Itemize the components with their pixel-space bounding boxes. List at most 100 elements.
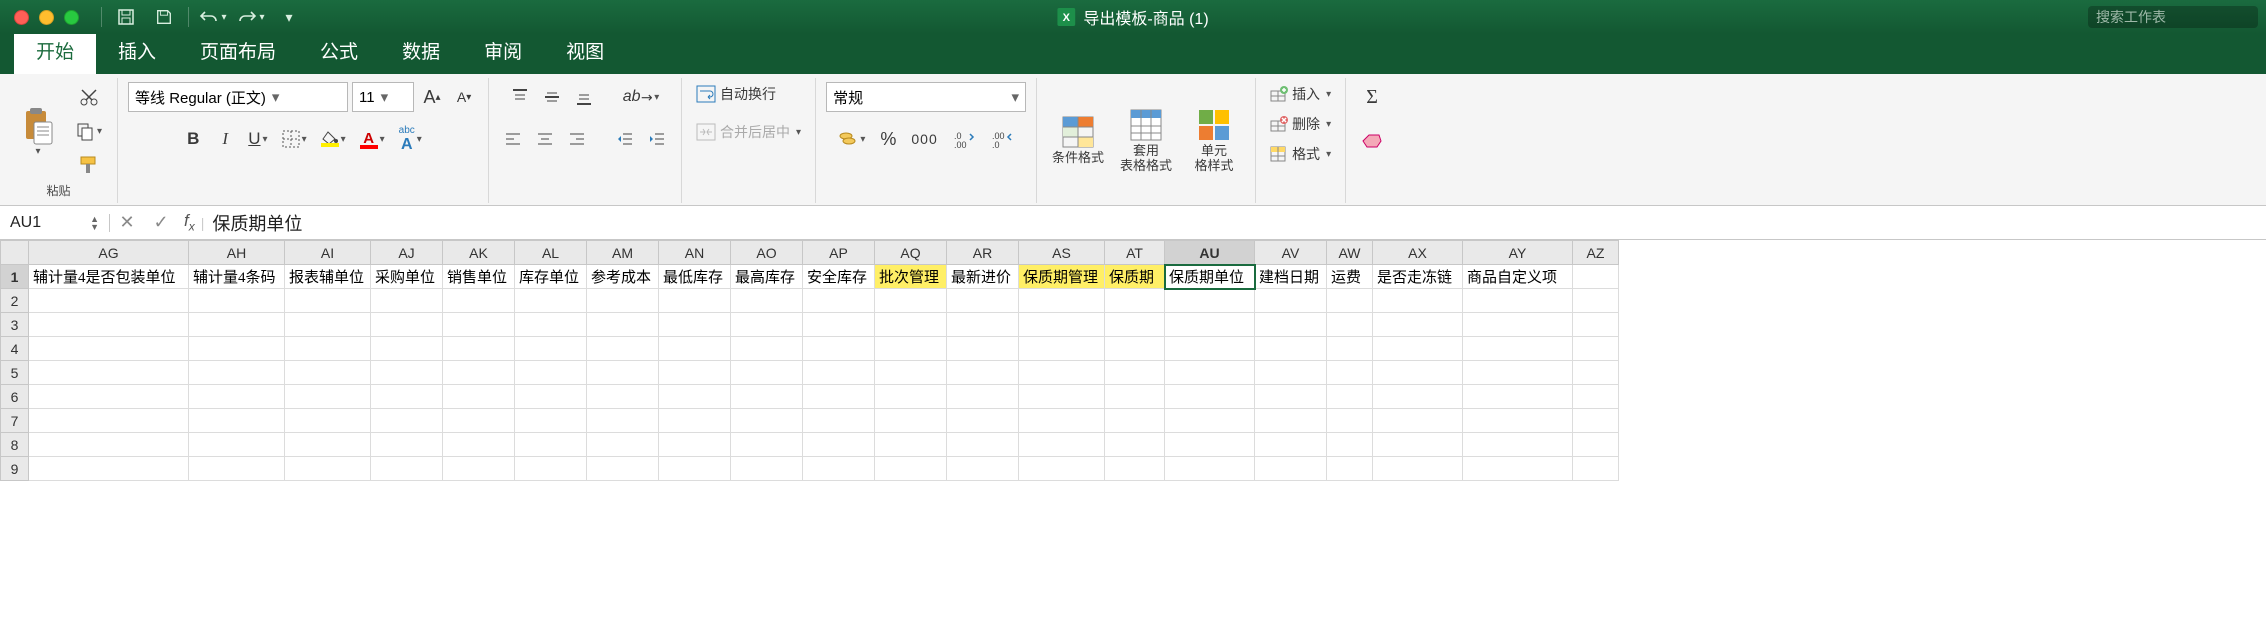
cell[interactable] xyxy=(1255,433,1327,457)
cell[interactable] xyxy=(515,313,587,337)
cell[interactable] xyxy=(1327,313,1373,337)
cell[interactable] xyxy=(875,313,947,337)
cell[interactable] xyxy=(731,457,803,481)
column-header[interactable]: AH xyxy=(189,241,285,265)
tab-review[interactable]: 审阅 xyxy=(462,29,544,74)
cell[interactable]: 建档日期 xyxy=(1255,265,1327,289)
cell[interactable] xyxy=(515,457,587,481)
cell[interactable] xyxy=(1573,457,1619,481)
cell[interactable] xyxy=(1165,313,1255,337)
row-header[interactable]: 1 xyxy=(1,265,29,289)
enter-formula-button[interactable]: ✓ xyxy=(144,212,178,233)
cell[interactable] xyxy=(1105,361,1165,385)
cell[interactable] xyxy=(189,433,285,457)
cell[interactable] xyxy=(1463,361,1573,385)
cell[interactable] xyxy=(515,337,587,361)
cell[interactable] xyxy=(947,289,1019,313)
undo-button[interactable]: ▾ xyxy=(199,6,227,28)
name-box-down[interactable]: ▼ xyxy=(90,223,99,231)
cell[interactable] xyxy=(371,337,443,361)
cell[interactable] xyxy=(1573,313,1619,337)
cell[interactable] xyxy=(659,433,731,457)
cell[interactable] xyxy=(285,361,371,385)
cell[interactable] xyxy=(1019,457,1105,481)
cell[interactable] xyxy=(189,361,285,385)
cell[interactable] xyxy=(285,457,371,481)
autosave-icon[interactable] xyxy=(112,6,140,28)
cell[interactable] xyxy=(875,289,947,313)
cell[interactable]: 是否走冻链 xyxy=(1373,265,1463,289)
column-header[interactable]: AJ xyxy=(371,241,443,265)
column-header[interactable]: AQ xyxy=(875,241,947,265)
cell[interactable] xyxy=(371,361,443,385)
format-cells-button[interactable]: 格式▾ xyxy=(1266,142,1335,166)
decrease-decimal-button[interactable]: .00.0 xyxy=(985,124,1019,154)
cell[interactable] xyxy=(803,433,875,457)
cell[interactable] xyxy=(1573,409,1619,433)
cell[interactable]: 报表辅单位 xyxy=(285,265,371,289)
redo-button[interactable]: ▾ xyxy=(237,6,265,28)
cell[interactable] xyxy=(443,409,515,433)
percent-format-button[interactable]: % xyxy=(874,124,902,154)
column-header[interactable]: AS xyxy=(1019,241,1105,265)
cell[interactable] xyxy=(1463,313,1573,337)
cell[interactable]: 最新进价 xyxy=(947,265,1019,289)
cell[interactable] xyxy=(803,361,875,385)
cell[interactable] xyxy=(731,433,803,457)
cell[interactable] xyxy=(587,385,659,409)
format-as-table-button[interactable]: 套用 表格格式 xyxy=(1115,105,1177,177)
cell[interactable] xyxy=(1165,361,1255,385)
cell[interactable] xyxy=(803,313,875,337)
font-name-combo[interactable]: 等线 Regular (正文)▾ xyxy=(128,82,348,112)
cell[interactable] xyxy=(587,361,659,385)
increase-indent-button[interactable] xyxy=(643,124,671,154)
cell[interactable] xyxy=(285,313,371,337)
cell[interactable] xyxy=(285,409,371,433)
underline-button[interactable]: U▾ xyxy=(243,124,272,154)
cell[interactable] xyxy=(515,433,587,457)
cell[interactable]: 商品自定义项 xyxy=(1463,265,1573,289)
cell[interactable] xyxy=(1327,289,1373,313)
cell[interactable] xyxy=(29,361,189,385)
cell-styles-button[interactable]: 单元 格样式 xyxy=(1183,105,1245,177)
column-header[interactable]: AW xyxy=(1327,241,1373,265)
cell[interactable] xyxy=(515,385,587,409)
phonetic-guide-button[interactable]: abcA ▾ xyxy=(394,124,427,154)
delete-cells-button[interactable]: 删除▾ xyxy=(1266,112,1335,136)
name-box[interactable]: AU1 ▲▼ xyxy=(0,214,110,232)
cell[interactable] xyxy=(1573,265,1619,289)
column-header[interactable]: AN xyxy=(659,241,731,265)
column-header[interactable]: AY xyxy=(1463,241,1573,265)
cell[interactable] xyxy=(285,337,371,361)
cell[interactable] xyxy=(1019,337,1105,361)
cell[interactable] xyxy=(1327,409,1373,433)
column-header[interactable]: AI xyxy=(285,241,371,265)
cell[interactable] xyxy=(1373,457,1463,481)
cell[interactable] xyxy=(731,313,803,337)
column-header[interactable]: AU xyxy=(1165,241,1255,265)
cell[interactable] xyxy=(1255,313,1327,337)
column-header[interactable]: AK xyxy=(443,241,515,265)
cell[interactable] xyxy=(947,385,1019,409)
cell[interactable] xyxy=(947,457,1019,481)
cell[interactable] xyxy=(1463,457,1573,481)
cell[interactable]: 参考成本 xyxy=(587,265,659,289)
cell[interactable] xyxy=(1373,385,1463,409)
cell[interactable] xyxy=(1373,337,1463,361)
tab-view[interactable]: 视图 xyxy=(544,29,626,74)
cell[interactable] xyxy=(1327,457,1373,481)
column-header[interactable]: AR xyxy=(947,241,1019,265)
row-header[interactable]: 9 xyxy=(1,457,29,481)
cell[interactable] xyxy=(875,457,947,481)
cell[interactable] xyxy=(803,289,875,313)
cell[interactable] xyxy=(1463,409,1573,433)
paste-button[interactable]: ▾ xyxy=(10,95,64,167)
cell[interactable] xyxy=(947,361,1019,385)
row-header[interactable]: 2 xyxy=(1,289,29,313)
cell[interactable] xyxy=(1463,433,1573,457)
cell[interactable] xyxy=(1373,409,1463,433)
number-format-combo[interactable]: 常规▾ xyxy=(826,82,1026,112)
cell[interactable] xyxy=(1463,337,1573,361)
cell[interactable] xyxy=(587,337,659,361)
cell[interactable] xyxy=(1165,433,1255,457)
